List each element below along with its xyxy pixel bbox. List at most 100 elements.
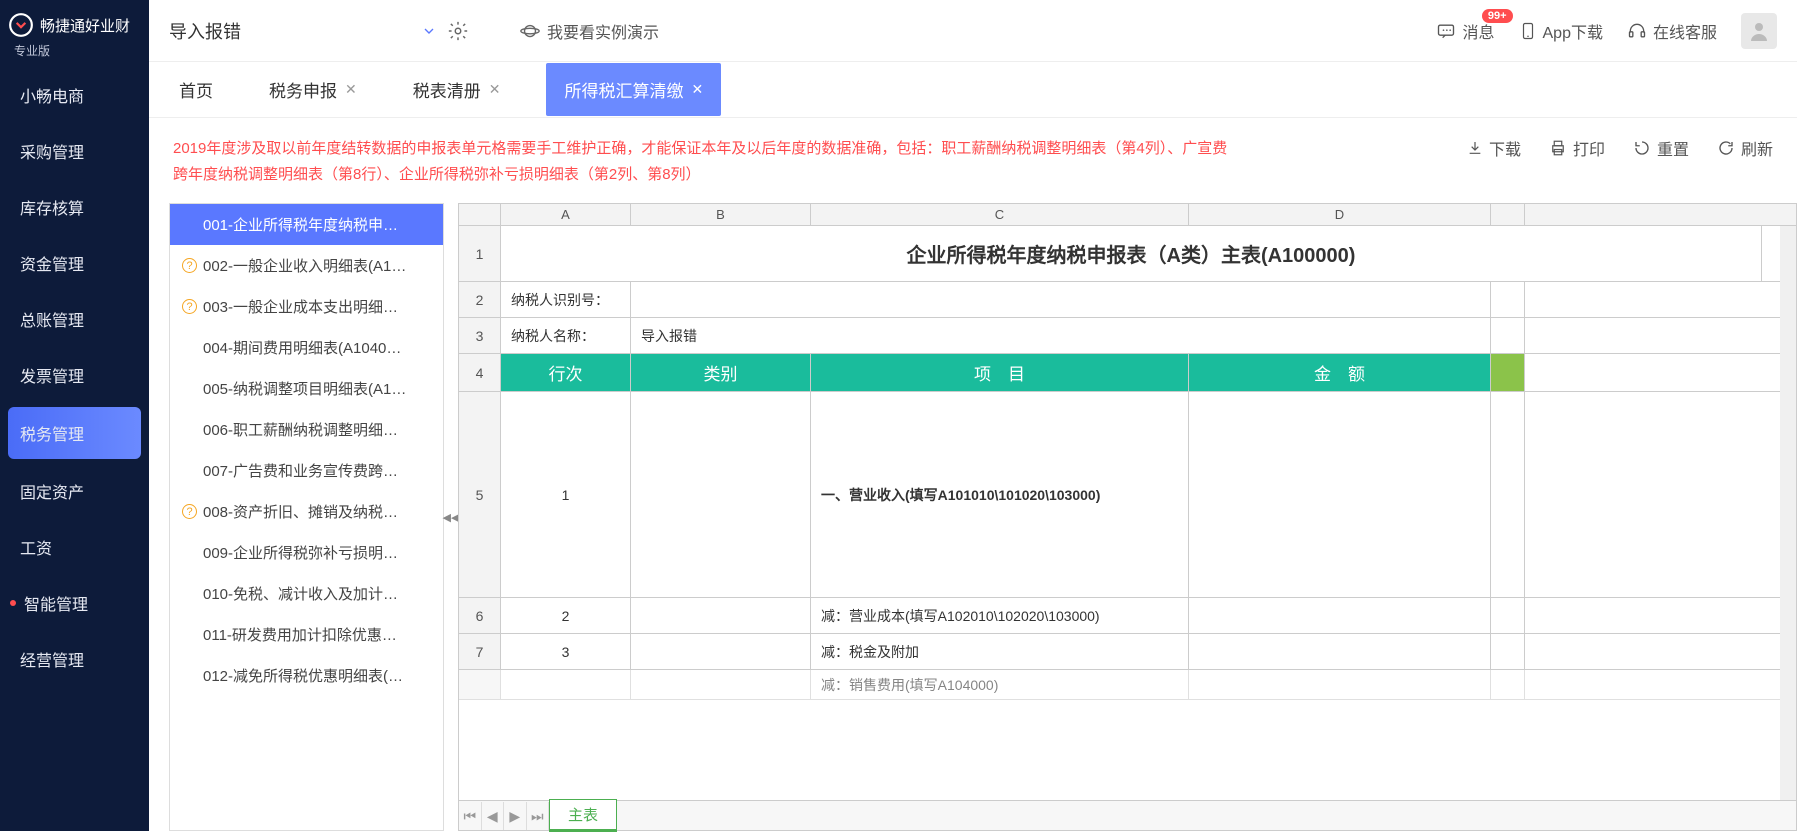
- tax-name-value[interactable]: 导入报错: [631, 318, 1491, 353]
- vertical-scrollbar[interactable]: [1780, 226, 1796, 800]
- content: 001-企业所得税年度纳税申…?002-一般企业收入明细表(A1…?003-一般…: [149, 197, 1797, 831]
- col-headers: A B C D: [459, 204, 1796, 226]
- close-icon[interactable]: ✕: [345, 81, 357, 98]
- sheet-nav: ⏮ ◀ ▶ ⏭: [459, 802, 549, 830]
- msg-badge: 99+: [1482, 9, 1513, 23]
- col-header-d[interactable]: D: [1189, 204, 1491, 225]
- customer-service-button[interactable]: 在线客服: [1627, 19, 1717, 43]
- spreadsheet: A B C D 1 企业所得税年度纳税申报表（A类）主表(A100000): [458, 203, 1797, 831]
- form-list-item[interactable]: 004-期间费用明细表(A1040…: [170, 327, 443, 368]
- sheet-first-icon[interactable]: ⏮: [459, 802, 482, 830]
- tab[interactable]: 所得税汇算清缴✕: [546, 63, 721, 116]
- hdr-type[interactable]: 类别: [631, 354, 811, 391]
- tab[interactable]: 首页: [169, 63, 223, 116]
- form-list-item[interactable]: 011-研发费用加计扣除优惠…: [170, 614, 443, 655]
- rownum[interactable]: 1: [501, 392, 631, 597]
- warning-text: 2019年度涉及取以前年度结转数据的申报表单元格需要手工维护正确，才能保证本年及…: [173, 136, 1233, 187]
- row-2: 2 纳税人识别号：: [459, 282, 1796, 318]
- row-1: 1 企业所得税年度纳税申报表（A类）主表(A100000): [459, 226, 1796, 282]
- logo: 畅捷通好业财: [0, 0, 149, 42]
- close-icon[interactable]: ✕: [489, 81, 501, 98]
- row-6: 6 2 减：营业成本(填写A102010\102020\103000): [459, 598, 1796, 634]
- tax-id-value[interactable]: [631, 282, 1491, 317]
- download-icon: [1467, 140, 1483, 156]
- sidebar-item[interactable]: 库存核算: [0, 179, 149, 235]
- form-list-item[interactable]: ?003-一般企业成本支出明细…: [170, 286, 443, 327]
- hdr-item[interactable]: 项 目: [811, 354, 1189, 391]
- sidebar-item[interactable]: 工资: [0, 519, 149, 575]
- sidebar-item[interactable]: 经营管理: [0, 631, 149, 687]
- hot-dot-icon: [10, 600, 16, 606]
- reset-icon: [1633, 139, 1651, 157]
- row-7: 7 3 减：税金及附加: [459, 634, 1796, 670]
- edition-label: 专业版: [0, 42, 149, 67]
- form-list[interactable]: 001-企业所得税年度纳税申…?002-一般企业收入明细表(A1…?003-一般…: [169, 203, 444, 831]
- row-3: 3 纳税人名称： 导入报错: [459, 318, 1796, 354]
- sidebar-item[interactable]: 资金管理: [0, 235, 149, 291]
- sidebar-item[interactable]: 智能管理: [0, 575, 149, 631]
- sheet-last-icon[interactable]: ⏭: [527, 802, 550, 830]
- demo-link[interactable]: 我要看实例演示: [519, 19, 659, 43]
- gear-icon[interactable]: [447, 20, 469, 42]
- collapse-handle[interactable]: ◀◀: [444, 203, 458, 831]
- sidebar-item[interactable]: 固定资产: [0, 463, 149, 519]
- sheet-prev-icon[interactable]: ◀: [482, 802, 505, 830]
- form-list-item[interactable]: 007-广告费和业务宣传费跨…: [170, 450, 443, 491]
- sidebar-item[interactable]: 采购管理: [0, 123, 149, 179]
- close-icon[interactable]: ✕: [691, 81, 703, 98]
- sidebar-item[interactable]: 小畅电商: [0, 67, 149, 123]
- col-header-e[interactable]: [1491, 204, 1525, 225]
- tax-id-label[interactable]: 纳税人识别号：: [501, 282, 631, 317]
- planet-icon: [519, 20, 541, 42]
- sheet-footer: ⏮ ◀ ▶ ⏭ 主表: [459, 800, 1796, 830]
- corner-cell[interactable]: [459, 204, 501, 225]
- headset-icon: [1627, 21, 1647, 41]
- form-list-item[interactable]: ?008-资产折旧、摊销及纳税…: [170, 491, 443, 532]
- row-4: 4 行次 类别 项 目 金 额: [459, 354, 1796, 392]
- help-icon: ?: [182, 258, 197, 273]
- brand-name: 畅捷通好业财: [40, 15, 130, 36]
- user-icon: [1747, 19, 1771, 43]
- help-icon: ?: [182, 504, 197, 519]
- sheet-title[interactable]: 企业所得税年度纳税申报表（A类）主表(A100000): [501, 226, 1762, 281]
- nav: 小畅电商采购管理库存核算资金管理总账管理发票管理税务管理固定资产工资智能管理经营…: [0, 67, 149, 831]
- chevron-down-icon: [421, 23, 437, 39]
- reset-button[interactable]: 重置: [1633, 136, 1689, 160]
- form-list-item[interactable]: 006-职工薪酬纳税调整明细…: [170, 409, 443, 450]
- avatar[interactable]: [1741, 13, 1777, 49]
- row-8: 减：销售费用(填写A104000): [459, 670, 1796, 700]
- sidebar-item[interactable]: 发票管理: [0, 347, 149, 403]
- sheet-tab[interactable]: 主表: [549, 799, 617, 832]
- actionbar: 2019年度涉及取以前年度结转数据的申报表单元格需要手工维护正确，才能保证本年及…: [149, 118, 1797, 197]
- messages-button[interactable]: 消息 99+: [1436, 19, 1494, 43]
- brand-icon: [8, 12, 34, 38]
- sheet-grid[interactable]: A B C D 1 企业所得税年度纳税申报表（A类）主表(A100000): [459, 204, 1796, 800]
- form-list-item[interactable]: 001-企业所得税年度纳税申…: [170, 204, 443, 245]
- tax-name-label[interactable]: 纳税人名称：: [501, 318, 631, 353]
- form-list-item[interactable]: 010-免税、减计收入及加计…: [170, 573, 443, 614]
- refresh-button[interactable]: 刷新: [1717, 136, 1773, 160]
- tab[interactable]: 税务申报✕: [259, 63, 367, 116]
- col-header-a[interactable]: A: [501, 204, 631, 225]
- col-header-b[interactable]: B: [631, 204, 811, 225]
- form-list-item[interactable]: ?002-一般企业收入明细表(A1…: [170, 245, 443, 286]
- tab[interactable]: 税表清册✕: [403, 63, 511, 116]
- app-download-button[interactable]: App下载: [1519, 19, 1603, 43]
- org-selector[interactable]: 导入报错: [169, 18, 437, 44]
- hdr-amount[interactable]: 金 额: [1189, 354, 1491, 391]
- print-button[interactable]: 打印: [1549, 136, 1605, 160]
- form-list-item[interactable]: 005-纳税调整项目明细表(A1…: [170, 368, 443, 409]
- form-list-item[interactable]: 012-减免所得税优惠明细表(…: [170, 655, 443, 696]
- col-header-c[interactable]: C: [811, 204, 1189, 225]
- chat-icon: [1436, 21, 1456, 41]
- sidebar-item[interactable]: 税务管理: [8, 407, 141, 459]
- phone-icon: [1519, 21, 1537, 41]
- sidebar-item[interactable]: 总账管理: [0, 291, 149, 347]
- item-cell[interactable]: 一、营业收入(填写A101010\101020\103000): [811, 392, 1189, 597]
- hdr-row[interactable]: 行次: [501, 354, 631, 391]
- org-title: 导入报错: [169, 18, 241, 44]
- sheet-next-icon[interactable]: ▶: [504, 802, 527, 830]
- form-list-item[interactable]: 009-企业所得税弥补亏损明…: [170, 532, 443, 573]
- row-header[interactable]: 1: [459, 226, 501, 281]
- download-button[interactable]: 下载: [1467, 136, 1521, 160]
